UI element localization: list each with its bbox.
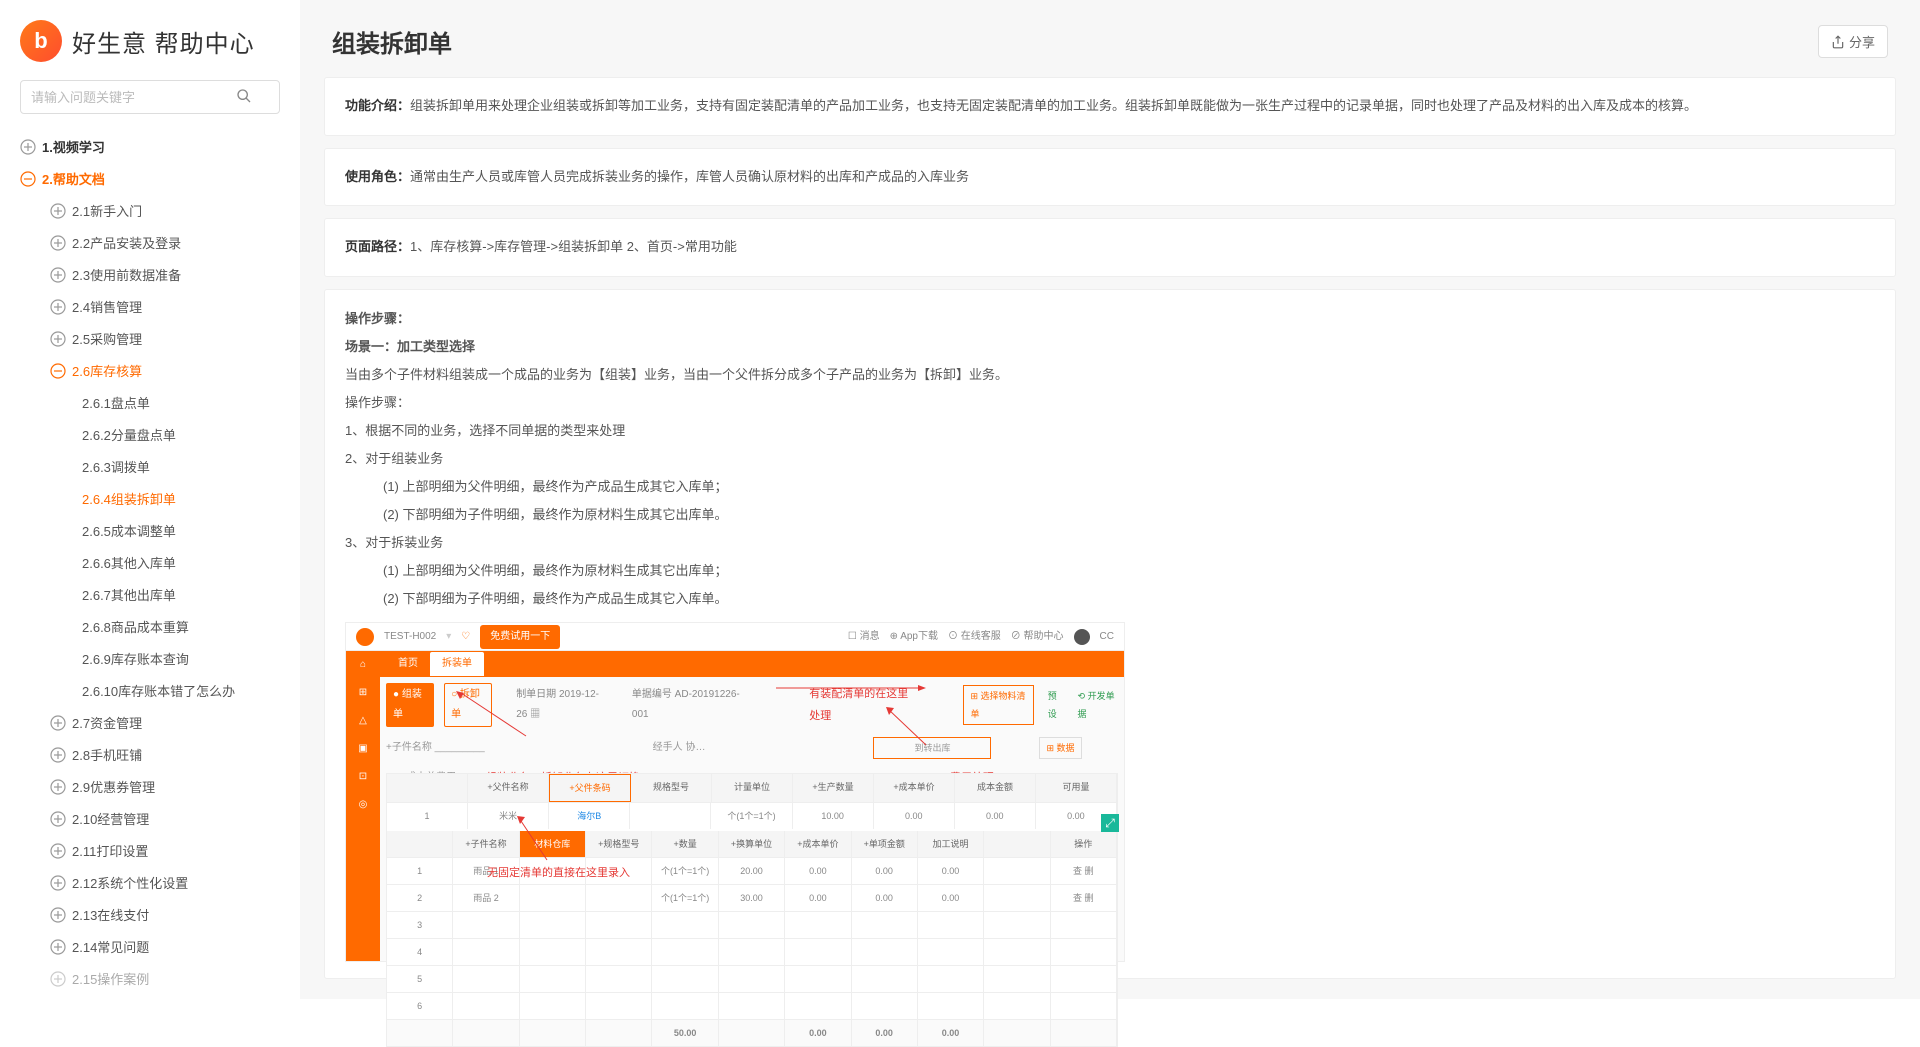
step-sub: (2) 下部明细为子件明细，最终作为原材料生成其它出库单。	[345, 502, 1875, 528]
role-text: 通常由生产人员或库管人员完成拆装业务的操作，库管人员确认原材料的出库和产成品的入…	[410, 169, 969, 184]
plus-icon	[50, 935, 66, 951]
nav-l3-5[interactable]: 2.6.5成本调整单	[20, 516, 280, 548]
nav-tree: 1.视频学习 2.帮助文档 2.1新手入门 2.2产品安装及登录 2.3使用前数…	[20, 132, 280, 996]
plus-icon	[50, 199, 66, 215]
minus-icon	[50, 359, 66, 375]
plus-icon	[50, 263, 66, 279]
demo-logo-icon	[356, 628, 374, 646]
demo-app: App下载	[900, 631, 938, 642]
path-label: 页面路径：	[345, 239, 410, 254]
sidebar: b 好生意 帮助中心 1.视频学习 2.帮助文档 2.1新手入门 2.2产品安装…	[0, 0, 300, 999]
scenario-title: 场景一：加工类型选择	[345, 339, 475, 354]
nav-l2-6[interactable]: 2.6库存核算	[20, 356, 280, 388]
brand-logo: b 好生意 帮助中心	[20, 20, 280, 62]
nav-l3-8[interactable]: 2.6.8商品成本重算	[20, 612, 280, 644]
brand-title: 好生意 帮助中心	[72, 24, 255, 59]
plus-icon	[50, 295, 66, 311]
nav-l2-15[interactable]: 2.15操作案例	[20, 964, 280, 996]
nav-l2-10[interactable]: 2.10经营管理	[20, 804, 280, 836]
plus-icon	[50, 743, 66, 759]
nav-l2-5[interactable]: 2.5采购管理	[20, 324, 280, 356]
nav-l3-1[interactable]: 2.6.1盘点单	[20, 388, 280, 420]
nav-l2-13[interactable]: 2.13在线支付	[20, 900, 280, 932]
nav-l2-14[interactable]: 2.14常见问题	[20, 932, 280, 964]
nav-l3-2[interactable]: 2.6.2分量盘点单	[20, 420, 280, 452]
plus-icon	[50, 231, 66, 247]
plus-icon	[50, 807, 66, 823]
plus-icon	[20, 135, 36, 151]
role-label: 使用角色：	[345, 169, 410, 184]
plus-icon	[50, 903, 66, 919]
nav-l3-4[interactable]: 2.6.4组装拆卸单	[20, 484, 280, 516]
nav-l3-9[interactable]: 2.6.9库存账本查询	[20, 644, 280, 676]
expand-icon: ⤢	[1101, 814, 1119, 832]
nav-l3-10[interactable]: 2.6.10库存账本错了怎么办	[20, 676, 280, 708]
nav-l2-8[interactable]: 2.8手机旺铺	[20, 740, 280, 772]
intro-label: 功能介绍：	[345, 98, 410, 113]
step-sub: (2) 下部明细为子件明细，最终作为产成品生成其它入库单。	[345, 586, 1875, 612]
plus-icon	[50, 327, 66, 343]
minus-icon	[20, 167, 36, 183]
plus-icon	[50, 967, 66, 983]
demo-try-button: 免费试用一下	[480, 625, 560, 649]
nav-l1-video[interactable]: 1.视频学习	[20, 132, 280, 164]
demo-service: 在线客服	[961, 631, 1001, 642]
page-title: 组装拆卸单	[332, 24, 452, 59]
demo-wh: 到转出库	[873, 737, 991, 759]
demo-anno-4: 无固定清单的直接在这里录入	[487, 862, 630, 884]
demo-account: TEST-H002	[384, 627, 436, 647]
search-icon[interactable]	[236, 88, 252, 104]
steps-card: 操作步骤： 场景一：加工类型选择 当由多个子件材料组装成一个成品的业务为【组装】…	[324, 289, 1896, 979]
step-sub: (1) 上部明细为父件明细，最终作为原材料生成其它出库单；	[345, 558, 1875, 584]
plus-icon	[50, 775, 66, 791]
share-label: 分享	[1849, 32, 1875, 51]
nav-l2-3[interactable]: 2.3使用前数据准备	[20, 260, 280, 292]
plus-icon	[50, 839, 66, 855]
nav-l2-9[interactable]: 2.9优惠券管理	[20, 772, 280, 804]
nav-l3-6[interactable]: 2.6.6其他入库单	[20, 548, 280, 580]
step-text: 3、对于拆装业务	[345, 530, 1875, 556]
search-box	[20, 80, 280, 114]
plus-icon	[50, 711, 66, 727]
demo-parent-table: +父件名称+父件条码规格型号计量单位+生产数量+成本单价成本金额可用量 1米米海…	[386, 773, 1118, 1047]
nav-l2-4[interactable]: 2.4销售管理	[20, 292, 280, 324]
nav-l2-7[interactable]: 2.7资金管理	[20, 708, 280, 740]
step-sub: (1) 上部明细为父件明细，最终作为产成品生成其它入库单；	[345, 474, 1875, 500]
demo-chip-disassemble: ○ 拆卸单	[444, 683, 492, 727]
demo-chip-assemble: ● 组装单	[386, 683, 434, 727]
nav-l2-12[interactable]: 2.12系统个性化设置	[20, 868, 280, 900]
avatar-icon	[1074, 629, 1090, 645]
demo-msg: 消息	[860, 631, 880, 642]
plus-icon	[50, 871, 66, 887]
step-text: 1、根据不同的业务，选择不同单据的类型来处理	[345, 418, 1875, 444]
demo-tab-doc: 拆装单	[430, 652, 484, 676]
intro-text: 组装拆卸单用来处理企业组装或拆卸等加工业务，支持有固定装配清单的产品加工业务，也…	[410, 98, 1697, 113]
demo-tab-home: 首页	[386, 652, 430, 676]
demo-bom-button: ⊞ 选择物料清单	[963, 685, 1033, 725]
demo-leftnav: ⌂⊞△▣⊡◎	[346, 651, 380, 961]
nav-l3-3[interactable]: 2.6.3调拨单	[20, 452, 280, 484]
role-card: 使用角色：通常由生产人员或库管人员完成拆装业务的操作，库管人员确认原材料的出库和…	[324, 148, 1896, 207]
nav-l2-1[interactable]: 2.1新手入门	[20, 196, 280, 228]
main-content: 组装拆卸单 分享 功能介绍：组装拆卸单用来处理企业组装或拆卸等加工业务，支持有固…	[300, 0, 1920, 999]
demo-screenshot: TEST-H002 ▾ ♡ 免费试用一下 ☐ 消息 ⊕ App下载 ⊙ 在线客服…	[345, 622, 1125, 962]
path-text: 1、库存核算->库存管理->组装拆卸单 2、首页->常用功能	[410, 239, 737, 254]
logo-icon: b	[20, 20, 62, 62]
share-icon	[1831, 35, 1845, 49]
share-button[interactable]: 分享	[1818, 25, 1888, 58]
step-text: 操作步骤：	[345, 390, 1875, 416]
nav-l3-7[interactable]: 2.6.7其他出库单	[20, 580, 280, 612]
step-text: 当由多个子件材料组装成一个成品的业务为【组装】业务，当由一个父件拆分成多个子产品…	[345, 362, 1875, 388]
steps-title: 操作步骤：	[345, 311, 410, 326]
step-text: 2、对于组装业务	[345, 446, 1875, 472]
nav-l2-11[interactable]: 2.11打印设置	[20, 836, 280, 868]
nav-l2-2[interactable]: 2.2产品安装及登录	[20, 228, 280, 260]
demo-user: CC	[1100, 627, 1114, 647]
demo-anno-1: 有装配清单的在这里处理	[809, 683, 915, 727]
nav-l1-docs[interactable]: 2.帮助文档	[20, 164, 280, 196]
intro-card: 功能介绍：组装拆卸单用来处理企业组装或拆卸等加工业务，支持有固定装配清单的产品加…	[324, 77, 1896, 136]
path-card: 页面路径：1、库存核算->库存管理->组装拆卸单 2、首页->常用功能	[324, 218, 1896, 277]
demo-help: 帮助中心	[1024, 631, 1064, 642]
demo-preset: 预设	[1048, 687, 1064, 723]
